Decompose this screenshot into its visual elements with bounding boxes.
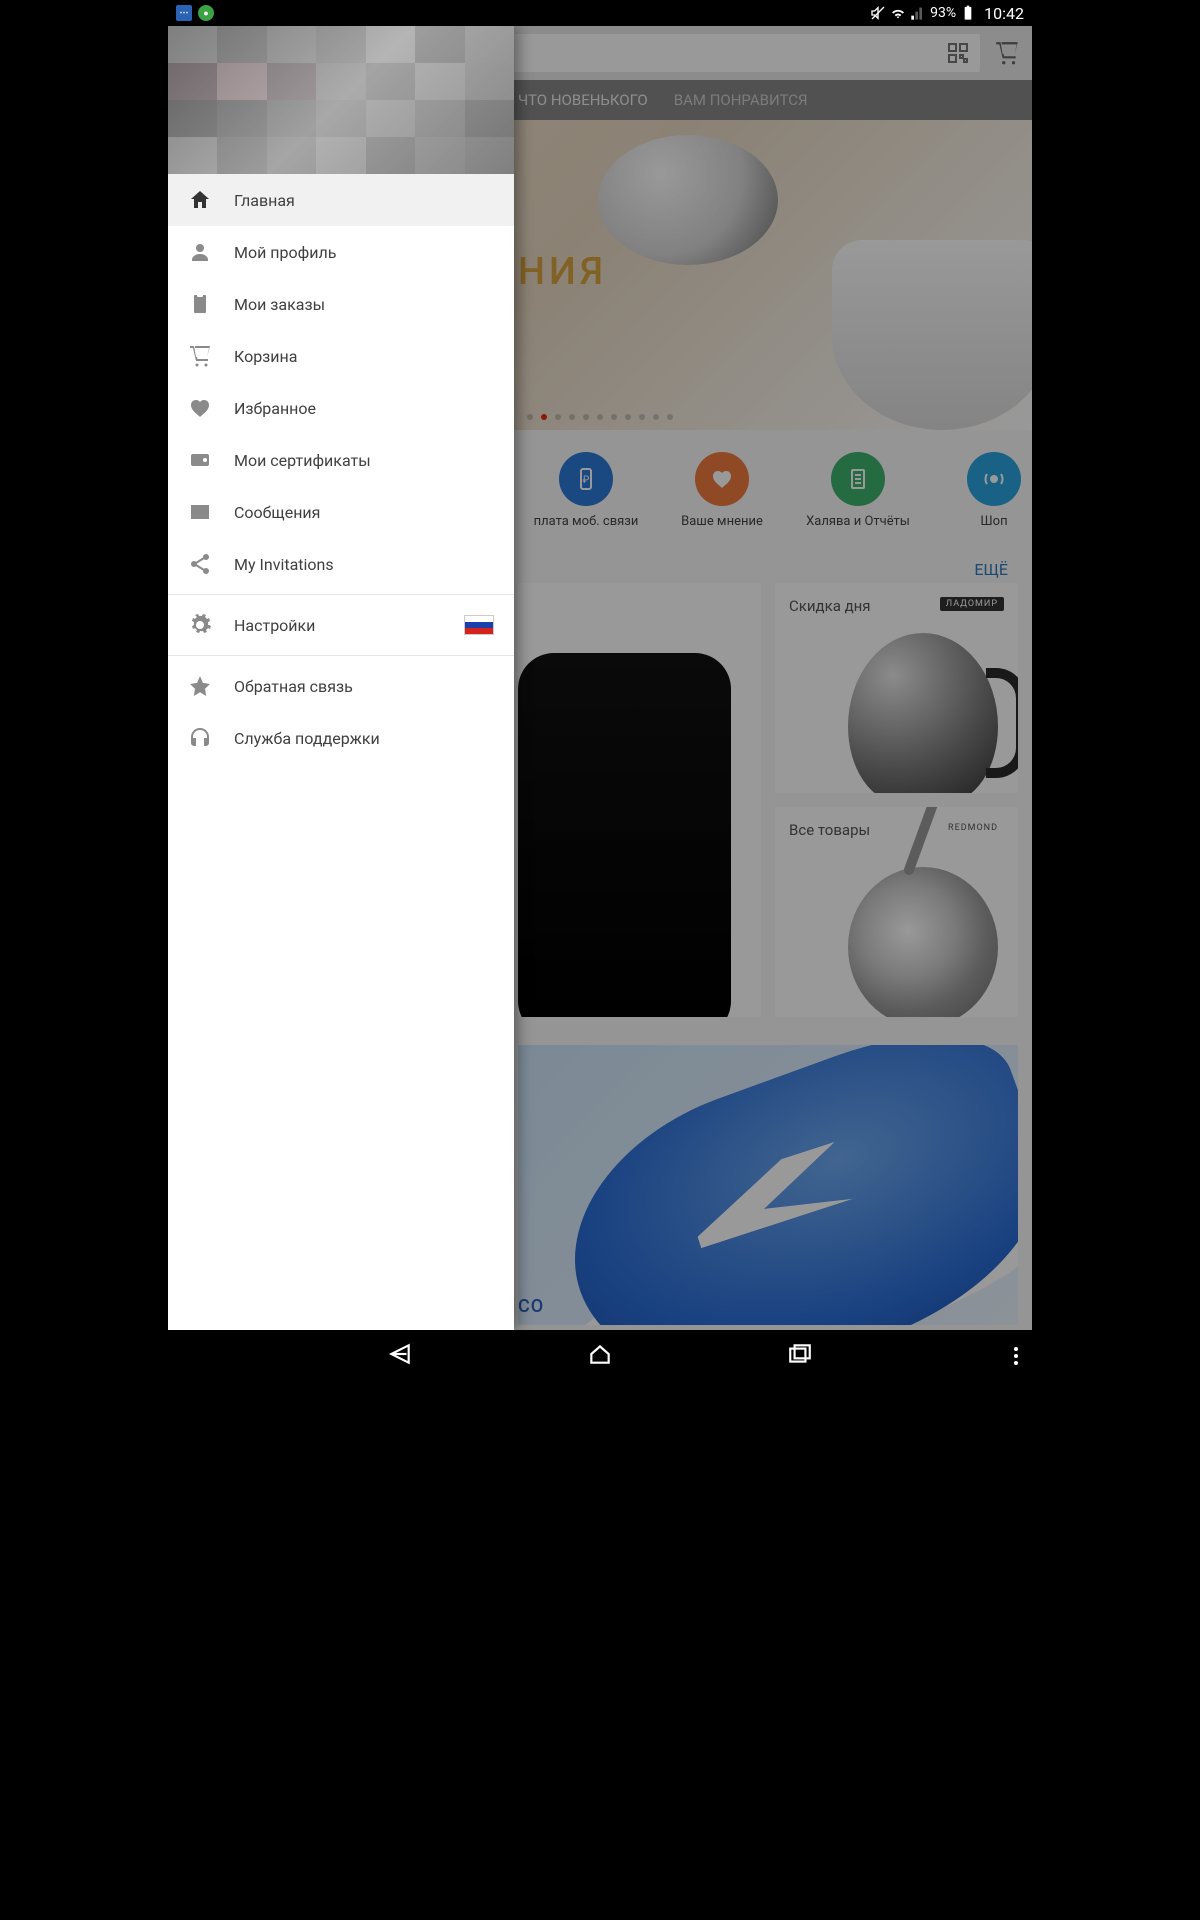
- nav-label: Мой профиль: [234, 243, 494, 262]
- wallet-icon: [188, 448, 212, 472]
- menu-divider: [168, 655, 514, 656]
- battery-icon: [960, 5, 976, 21]
- nav-invitations[interactable]: My Invitations: [168, 538, 514, 590]
- nav-support[interactable]: Служба поддержки: [168, 712, 514, 764]
- nav-label: Служба поддержки: [234, 729, 494, 748]
- nav-label: Сообщения: [234, 503, 494, 522]
- drawer-menu: Главная Мой профиль Мои заказы Корзина: [168, 174, 514, 764]
- home-button[interactable]: [585, 1341, 615, 1371]
- back-button[interactable]: [385, 1341, 415, 1371]
- nav-messages[interactable]: Сообщения: [168, 486, 514, 538]
- recent-apps-button[interactable]: [785, 1341, 815, 1371]
- android-status-bar: ⋯ ● 93% 10:42: [168, 0, 1032, 26]
- overflow-menu-button[interactable]: [1014, 1347, 1018, 1365]
- star-icon: [188, 674, 212, 698]
- flag-russia-icon: [464, 615, 494, 635]
- nav-profile[interactable]: Мой профиль: [168, 226, 514, 278]
- nav-label: Корзина: [234, 347, 494, 366]
- avatar: [168, 26, 514, 174]
- nav-cart[interactable]: Корзина: [168, 330, 514, 382]
- cart-icon: [188, 344, 212, 368]
- wifi-icon: [890, 5, 906, 21]
- status-indicator-icon: ⋯: [176, 5, 192, 21]
- nav-label: My Invitations: [234, 555, 494, 574]
- clipboard-icon: [188, 292, 212, 316]
- drawer-user-header[interactable]: [168, 26, 514, 174]
- nav-label: Главная: [234, 191, 494, 210]
- nav-feedback[interactable]: Обратная связь: [168, 660, 514, 712]
- nav-settings[interactable]: Настройки: [168, 599, 514, 651]
- nav-orders[interactable]: Мои заказы: [168, 278, 514, 330]
- status-clock: 10:42: [984, 4, 1024, 23]
- heart-icon: [188, 396, 212, 420]
- mute-icon: [870, 5, 886, 21]
- mail-icon: [188, 500, 212, 524]
- share-icon: [188, 552, 212, 576]
- headset-icon: [188, 726, 212, 750]
- nav-label: Мои заказы: [234, 295, 494, 314]
- battery-percentage: 93%: [930, 5, 956, 21]
- home-icon: [188, 188, 212, 212]
- signal-icon: [910, 5, 926, 21]
- nav-label: Обратная связь: [234, 677, 494, 696]
- nav-wishlist[interactable]: Избранное: [168, 382, 514, 434]
- nav-certificates[interactable]: Мои сертификаты: [168, 434, 514, 486]
- nav-label: Мои сертификаты: [234, 451, 494, 470]
- nav-label: Избранное: [234, 399, 494, 418]
- android-nav-bar: [168, 1330, 1032, 1382]
- user-icon: [188, 240, 212, 264]
- nav-label: Настройки: [234, 616, 442, 635]
- menu-divider: [168, 594, 514, 595]
- navigation-drawer: Главная Мой профиль Мои заказы Корзина: [168, 26, 514, 1330]
- screen: ЧТО НОВЕНЬКОГО ВАМ ПОНРАВИТСЯ НИЯ ₽ плат…: [168, 26, 1032, 1330]
- nav-home[interactable]: Главная: [168, 174, 514, 226]
- status-indicator-icon: ●: [198, 5, 214, 21]
- gear-icon: [188, 613, 212, 637]
